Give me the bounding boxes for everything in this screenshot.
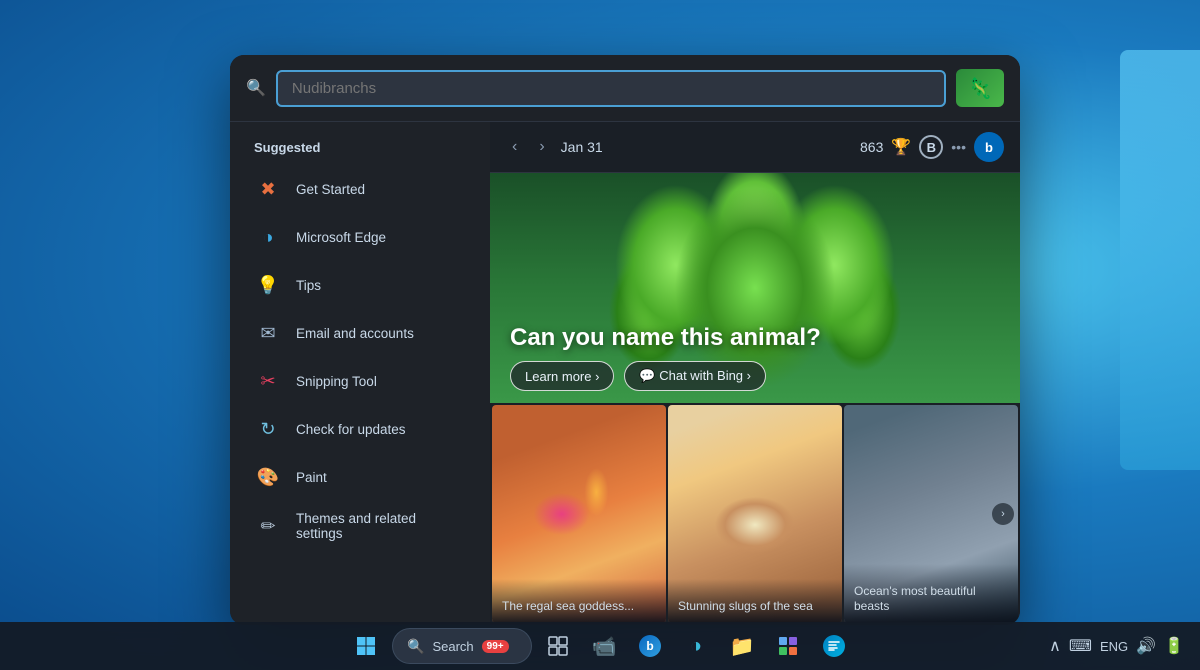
thumbnail-card-3[interactable]: Ocean's most beautiful beasts › — [844, 405, 1018, 623]
paint-icon: 🎨 — [254, 463, 282, 491]
windows-start-button[interactable] — [346, 626, 386, 666]
calendar-header: ‹ › Jan 31 863 🏆 B ••• b — [490, 122, 1020, 173]
right-content-area: ‹ › Jan 31 863 🏆 B ••• b — [490, 122, 1020, 625]
calendar-prev-button[interactable]: ‹ — [506, 136, 523, 158]
sidebar-label-tips: Tips — [296, 278, 321, 293]
sidebar-section-title: Suggested — [230, 136, 490, 165]
task-view-icon — [548, 636, 568, 656]
b-badge[interactable]: B — [919, 135, 943, 159]
updates-icon: ↻ — [254, 415, 282, 443]
sidebar-label-email: Email and accounts — [296, 326, 414, 341]
sidebar-item-check-updates[interactable]: ↻ Check for updates — [230, 405, 490, 453]
taskbar-news-button[interactable] — [814, 626, 854, 666]
taskbar-store-button[interactable] — [768, 626, 808, 666]
score-number: 863 — [860, 139, 883, 155]
taskbar-search-badge: 99+ — [482, 640, 509, 653]
thumbnail-caption-2: Stunning slugs of the sea — [668, 579, 842, 623]
sidebar-label-themes: Themes and related settings — [296, 511, 466, 541]
snipping-icon: ✂ — [254, 367, 282, 395]
thumbnail-caption-3: Ocean's most beautiful beasts — [844, 564, 1018, 623]
tray-chevron-icon[interactable]: ∧ — [1049, 636, 1061, 656]
calendar-date: Jan 31 — [561, 139, 603, 155]
tray-speaker-icon[interactable]: 🔊 — [1136, 636, 1156, 656]
news-icon — [823, 635, 845, 657]
taskbar-explorer-button[interactable]: 📁 — [722, 626, 762, 666]
hero-actions: Learn more › 💬 Chat with Bing › — [510, 361, 766, 391]
thumbnail-card-2[interactable]: Stunning slugs of the sea — [668, 405, 842, 623]
taskbar-task-view-button[interactable] — [538, 626, 578, 666]
tray-language[interactable]: ENG — [1100, 639, 1128, 654]
search-input[interactable] — [276, 70, 946, 107]
sidebar-label-snipping: Snipping Tool — [296, 374, 377, 389]
search-bar-container: 🔍 🦎 — [230, 55, 1020, 122]
hero-section: Can you name this animal? Learn more › 💬… — [490, 173, 1020, 403]
calendar-next-button[interactable]: › — [533, 136, 550, 158]
taskbar-bing-button[interactable]: b — [630, 626, 670, 666]
search-window: 🔍 🦎 Suggested ✖ Get Started ◑ Microsoft … — [230, 55, 1020, 625]
main-content: Suggested ✖ Get Started ◑ Microsoft Edge… — [230, 122, 1020, 625]
bing-letter: b — [985, 140, 993, 155]
chat-bing-button[interactable]: 💬 Chat with Bing › — [624, 361, 766, 391]
score-area: 863 🏆 B ••• b — [860, 132, 1004, 162]
hero-text-overlay: Can you name this animal? — [510, 324, 1000, 353]
tray-keyboard-icon[interactable]: ⌨ — [1069, 636, 1092, 656]
bing-circle-button[interactable]: b — [974, 132, 1004, 162]
taskbar-search-label: Search — [432, 639, 473, 654]
sidebar-item-paint[interactable]: 🎨 Paint — [230, 453, 490, 501]
thumbnails-row: The regal sea goddess... Stunning slugs … — [490, 403, 1020, 625]
learn-more-button[interactable]: Learn more › — [510, 361, 614, 391]
tray-battery-icon[interactable]: 🔋 — [1164, 636, 1184, 656]
store-icon — [778, 636, 798, 656]
thumbnails-next-button[interactable]: › — [992, 503, 1014, 525]
more-button[interactable]: ••• — [951, 139, 966, 155]
taskbar-center-icons: 🔍 Search 99+ 📹 b ◑ 📁 — [346, 626, 854, 666]
trophy-icon: 🏆 — [891, 137, 911, 157]
taskbar-teams-button[interactable]: 📹 — [584, 626, 624, 666]
taskbar-search-pill[interactable]: 🔍 Search 99+ — [392, 628, 532, 664]
taskbar-edge-button[interactable]: ◑ — [676, 626, 716, 666]
get-started-icon: ✖ — [254, 175, 282, 203]
sidebar-label-edge: Microsoft Edge — [296, 230, 386, 245]
right-side-panel — [1120, 50, 1200, 470]
hero-title: Can you name this animal? — [510, 324, 1000, 353]
windows-logo-icon — [356, 636, 376, 656]
sidebar-label-updates: Check for updates — [296, 422, 406, 437]
edge-icon: ◑ — [254, 223, 282, 251]
avatar: 🦎 — [956, 69, 1004, 107]
sidebar-item-snipping-tool[interactable]: ✂ Snipping Tool — [230, 357, 490, 405]
search-icon: 🔍 — [246, 78, 266, 98]
taskbar: 🔍 Search 99+ 📹 b ◑ 📁 — [0, 622, 1200, 670]
sidebar-item-get-started[interactable]: ✖ Get Started — [230, 165, 490, 213]
sidebar-label-paint: Paint — [296, 470, 327, 485]
sidebar-item-themes[interactable]: ✏ Themes and related settings — [230, 501, 490, 551]
sidebar-item-email-accounts[interactable]: ✉ Email and accounts — [230, 309, 490, 357]
bing-taskbar-icon: b — [639, 635, 661, 657]
tips-icon: 💡 — [254, 271, 282, 299]
sidebar-label-get-started: Get Started — [296, 182, 365, 197]
news-icon-inner — [827, 639, 841, 653]
system-tray: ∧ ⌨ ENG 🔊 🔋 — [1049, 636, 1184, 656]
email-icon: ✉ — [254, 319, 282, 347]
sidebar-item-microsoft-edge[interactable]: ◑ Microsoft Edge — [230, 213, 490, 261]
sidebar-item-tips[interactable]: 💡 Tips — [230, 261, 490, 309]
thumbnail-caption-1: The regal sea goddess... — [492, 579, 666, 623]
avatar-emoji: 🦎 — [968, 76, 993, 101]
themes-icon: ✏ — [254, 512, 282, 540]
sidebar: Suggested ✖ Get Started ◑ Microsoft Edge… — [230, 122, 490, 625]
taskbar-search-icon: 🔍 — [407, 638, 424, 655]
thumbnail-card-1[interactable]: The regal sea goddess... — [492, 405, 666, 623]
